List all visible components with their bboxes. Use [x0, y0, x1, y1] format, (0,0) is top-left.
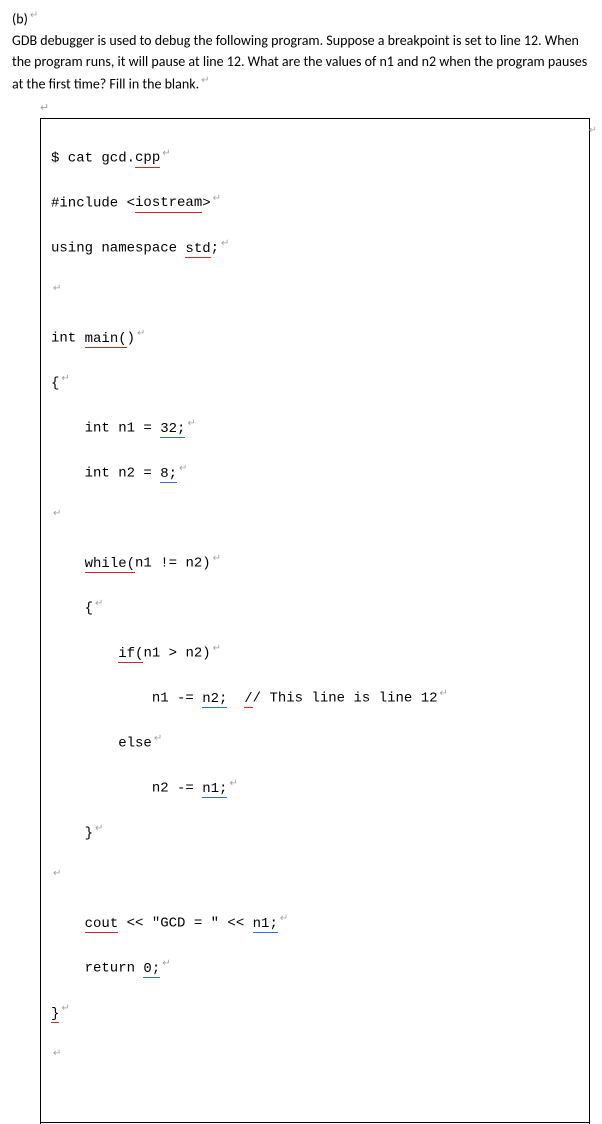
- code-divider: [41, 1122, 589, 1123]
- paragraph-mark-icon: ↵: [12, 98, 590, 118]
- question-text: GDB debugger is used to debug the follow…: [12, 30, 590, 95]
- code-block: ↵ ↵ $ cat gcd.cpp↵ #include <iostream>↵ …: [40, 118, 590, 1124]
- paragraph-mark-icon: ↵: [30, 8, 38, 21]
- part-label: (b)↵: [12, 8, 590, 28]
- paragraph-mark-icon: ↵: [589, 123, 597, 136]
- code-content: $ cat gcd.cpp↵ #include <iostream>↵ usin…: [51, 125, 579, 1114]
- paragraph-mark-icon: ↵: [201, 73, 209, 86]
